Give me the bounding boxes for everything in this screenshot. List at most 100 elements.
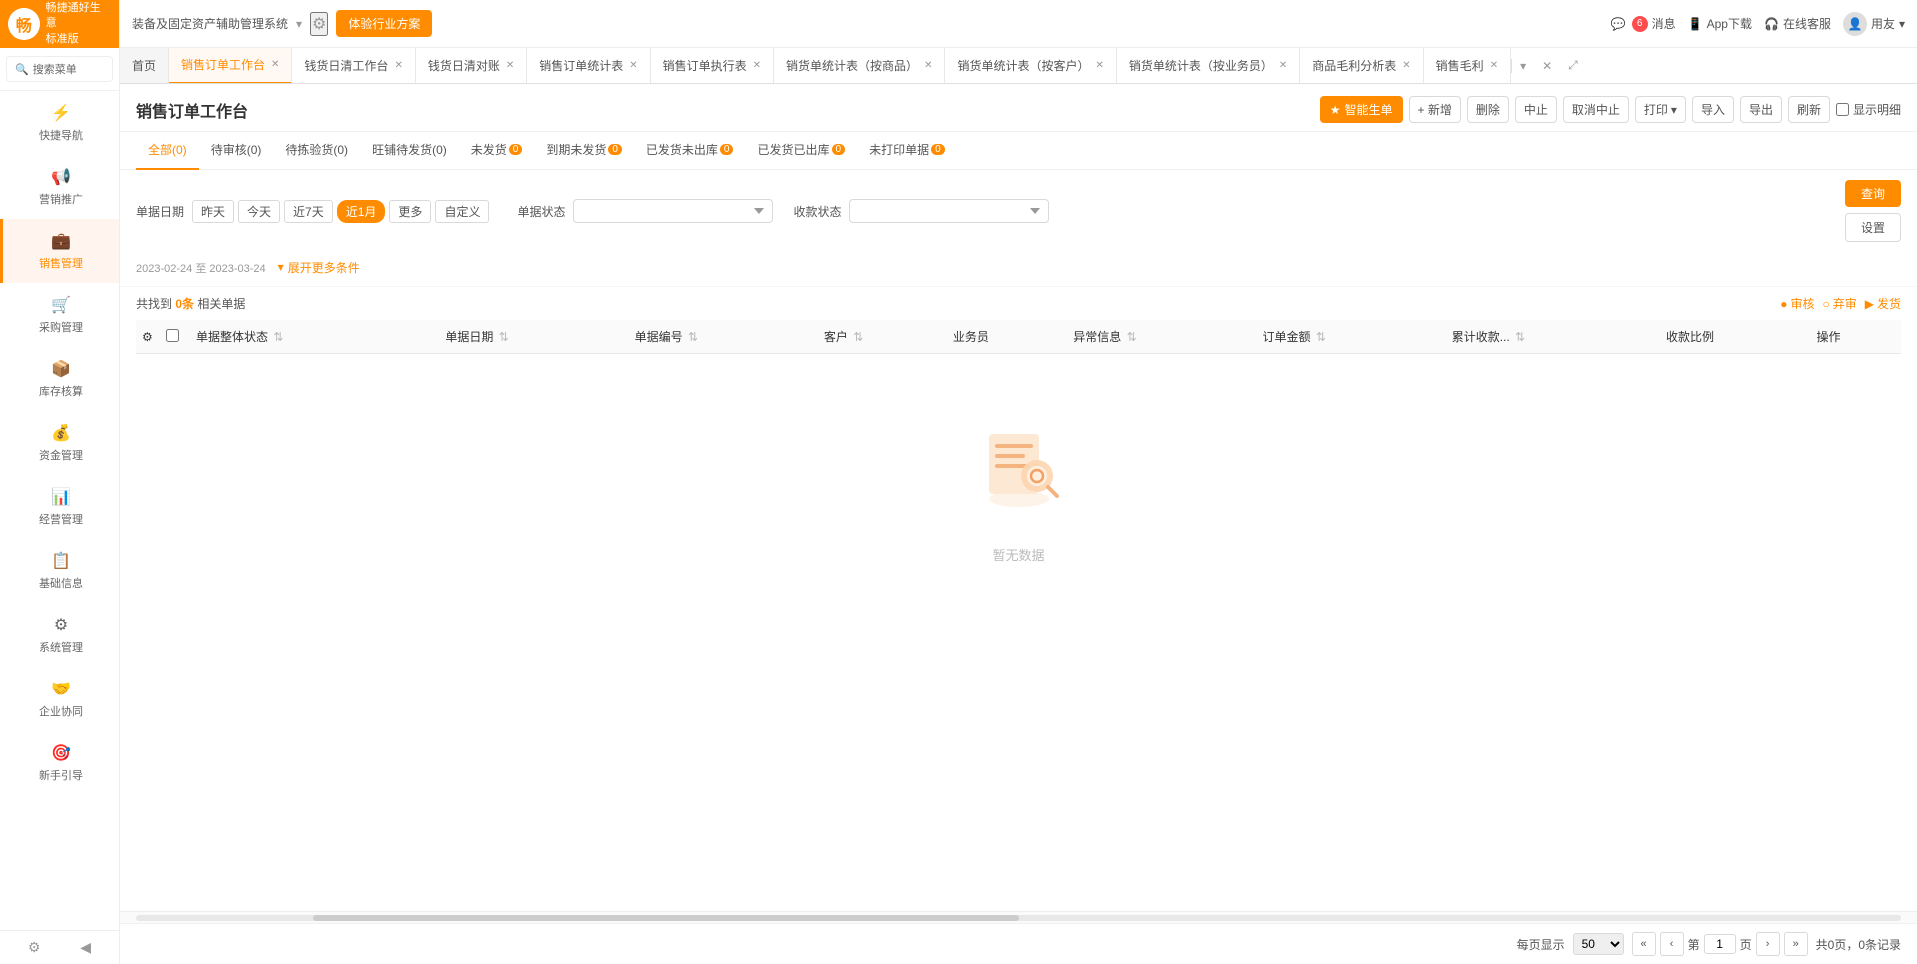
sidebar-item-purchase[interactable]: 🛒 采购管理 xyxy=(0,283,119,347)
tab-cash-ledger[interactable]: 钱货日清对账 ✕ xyxy=(416,48,527,84)
tab-sales-stats-staff[interactable]: 销货单统计表（按业务员） ✕ xyxy=(1117,48,1300,84)
sort-icon[interactable]: ⇅ xyxy=(273,330,283,344)
tab-close-icon[interactable]: ✕ xyxy=(506,60,514,71)
filter-setting-button[interactable]: 设置 xyxy=(1845,213,1901,242)
message-button[interactable]: 💬 6 消息 xyxy=(1611,15,1676,32)
page-actions: ★ 智能生单 + 新增 删除 中止 取消中止 打印 ▾ 导入 导出 刷新 xyxy=(1320,96,1901,123)
sidebar-item-operation[interactable]: 📊 经营管理 xyxy=(0,475,119,539)
subtab-wangpu-ship[interactable]: 旺铺待发货(0) xyxy=(360,132,459,170)
column-settings-icon[interactable]: ⚙ xyxy=(142,330,153,344)
online-service-button[interactable]: 🎧 在线客服 xyxy=(1764,15,1831,32)
refresh-button[interactable]: 刷新 xyxy=(1788,96,1830,123)
industry-solution-button[interactable]: 体验行业方案 xyxy=(336,10,432,37)
cancel-suspend-button[interactable]: 取消中止 xyxy=(1563,96,1629,123)
sidebar-item-newbie[interactable]: 🎯 新手引导 xyxy=(0,731,119,795)
sidebar-item-marketing[interactable]: 📢 营销推广 xyxy=(0,155,119,219)
horizontal-scrollbar[interactable] xyxy=(120,911,1917,923)
tab-close-icon[interactable]: ✕ xyxy=(1490,60,1498,71)
add-button[interactable]: + 新增 xyxy=(1409,96,1461,123)
subtab-not-printed[interactable]: 未打印单据0 xyxy=(857,132,957,170)
sidebar-item-finance[interactable]: 💰 资金管理 xyxy=(0,411,119,475)
smart-generate-button[interactable]: ★ 智能生单 xyxy=(1320,96,1403,123)
expand-filter-button[interactable]: ▾ 展开更多条件 xyxy=(278,259,360,276)
app-download-button[interactable]: 📱 App下载 xyxy=(1688,15,1752,32)
sort-icon[interactable]: ⇅ xyxy=(1127,330,1137,344)
tab-close-icon[interactable]: ✕ xyxy=(629,60,637,71)
date-btn-7days[interactable]: 近7天 xyxy=(284,200,333,223)
sidebar-item-enterprise[interactable]: 🤝 企业协同 xyxy=(0,667,119,731)
tab-sales-more[interactable]: 销售毛利 ✕ xyxy=(1424,48,1511,84)
tab-sales-exec[interactable]: 销售订单执行表 ✕ xyxy=(651,48,774,84)
subtab-shipped-not-out[interactable]: 已发货未出库0 xyxy=(634,132,746,170)
tab-close-icon[interactable]: ✕ xyxy=(1279,60,1287,71)
sort-icon[interactable]: ⇅ xyxy=(499,330,509,344)
tab-sales-stats[interactable]: 销售订单统计表 ✕ xyxy=(527,48,650,84)
status-filter-select[interactable] xyxy=(573,199,773,223)
sort-icon[interactable]: ⇅ xyxy=(688,330,698,344)
topbar-settings-button[interactable]: ⚙ xyxy=(310,12,328,36)
col-amount: 订单金额 ⇅ xyxy=(1256,320,1445,354)
tab-close-icon[interactable]: ✕ xyxy=(271,59,279,70)
subtab-shipped-out[interactable]: 已发货已出库0 xyxy=(745,132,857,170)
sidebar-item-system[interactable]: ⚙ 系统管理 xyxy=(0,603,119,667)
sidebar-item-basic-info[interactable]: 📋 基础信息 xyxy=(0,539,119,603)
subtab-overdue-ship[interactable]: 到期未发货0 xyxy=(534,132,634,170)
payment-filter-select[interactable] xyxy=(849,199,1049,223)
user-menu[interactable]: 👤 用友 ▾ xyxy=(1843,12,1905,36)
last-page-button[interactable]: » xyxy=(1784,932,1808,956)
tab-cash-daily[interactable]: 钱货日清工作台 ✕ xyxy=(292,48,415,84)
quick-nav-icon: ⚡ xyxy=(51,103,71,123)
tab-close-all-button[interactable]: ✕ xyxy=(1534,59,1560,73)
next-page-button[interactable]: › xyxy=(1756,932,1780,956)
batch-audit-button[interactable]: ● 审核 xyxy=(1780,295,1814,312)
date-btn-yesterday[interactable]: 昨天 xyxy=(192,200,234,223)
page-input[interactable] xyxy=(1704,934,1736,954)
tab-close-icon[interactable]: ✕ xyxy=(924,60,932,71)
batch-ship-button[interactable]: ▶ 发货 xyxy=(1865,295,1901,312)
scrollbar-thumb[interactable] xyxy=(313,915,1019,921)
tab-gross-profit[interactable]: 商品毛利分析表 ✕ xyxy=(1300,48,1423,84)
export-button[interactable]: 导出 xyxy=(1740,96,1782,123)
sidebar-item-sales[interactable]: 💼 销售管理 xyxy=(0,219,119,283)
col-exception: 异常信息 ⇅ xyxy=(1067,320,1256,354)
date-btn-today[interactable]: 今天 xyxy=(238,200,280,223)
enterprise-icon: 🤝 xyxy=(51,679,71,699)
sort-icon[interactable]: ⇅ xyxy=(1515,330,1525,344)
first-page-button[interactable]: « xyxy=(1632,932,1656,956)
sort-icon[interactable]: ⇅ xyxy=(853,330,863,344)
sidebar-settings-button[interactable]: ⚙ xyxy=(28,939,41,956)
date-btn-custom[interactable]: 自定义 xyxy=(435,200,489,223)
subtab-pending-check[interactable]: 待拣验货(0) xyxy=(273,132,360,170)
batch-cancel-audit-button[interactable]: ○ 弃审 xyxy=(1822,295,1856,312)
show-detail-checkbox[interactable]: 显示明细 xyxy=(1836,101,1901,118)
search-menu-button[interactable]: 🔍 搜索菜单 xyxy=(6,56,113,82)
tab-sales-stats-product[interactable]: 销货单统计表（按商品） ✕ xyxy=(774,48,945,84)
date-btn-1month[interactable]: 近1月 xyxy=(337,200,386,223)
per-page-select[interactable]: 50 20 100 xyxy=(1573,933,1624,955)
tab-home[interactable]: 首页 xyxy=(120,48,169,84)
sidebar-item-quick-nav[interactable]: ⚡ 快捷导航 xyxy=(0,91,119,155)
delete-button[interactable]: 删除 xyxy=(1467,96,1509,123)
subtab-all[interactable]: 全部(0) xyxy=(136,132,199,170)
date-btn-more[interactable]: 更多 xyxy=(389,200,431,223)
select-all-checkbox[interactable] xyxy=(166,329,179,342)
subtab-not-shipped[interactable]: 未发货0 xyxy=(459,132,535,170)
tab-sales-stats-customer[interactable]: 销货单统计表（按客户） ✕ xyxy=(945,48,1116,84)
sidebar-collapse-button[interactable]: ◀ xyxy=(80,939,91,956)
tab-close-icon[interactable]: ✕ xyxy=(1402,60,1410,71)
tab-expand-button[interactable]: ⤢ xyxy=(1560,58,1586,73)
suspend-button[interactable]: 中止 xyxy=(1515,96,1557,123)
print-button[interactable]: 打印 ▾ xyxy=(1635,96,1686,123)
tab-close-icon[interactable]: ✕ xyxy=(394,60,402,71)
subtab-pending-review[interactable]: 待审核(0) xyxy=(199,132,274,170)
sidebar-item-inventory[interactable]: 📦 库存核算 xyxy=(0,347,119,411)
tab-close-icon[interactable]: ✕ xyxy=(1095,60,1103,71)
tab-close-icon[interactable]: ✕ xyxy=(753,60,761,71)
import-button[interactable]: 导入 xyxy=(1692,96,1734,123)
sort-icon[interactable]: ⇅ xyxy=(1316,330,1326,344)
tab-more-button[interactable]: ▾ xyxy=(1511,59,1534,73)
prev-page-button[interactable]: ‹ xyxy=(1660,932,1684,956)
show-detail-input[interactable] xyxy=(1836,103,1849,116)
tab-sales-workbench[interactable]: 销售订单工作台 ✕ xyxy=(169,48,292,84)
query-button[interactable]: 查询 xyxy=(1845,180,1901,207)
